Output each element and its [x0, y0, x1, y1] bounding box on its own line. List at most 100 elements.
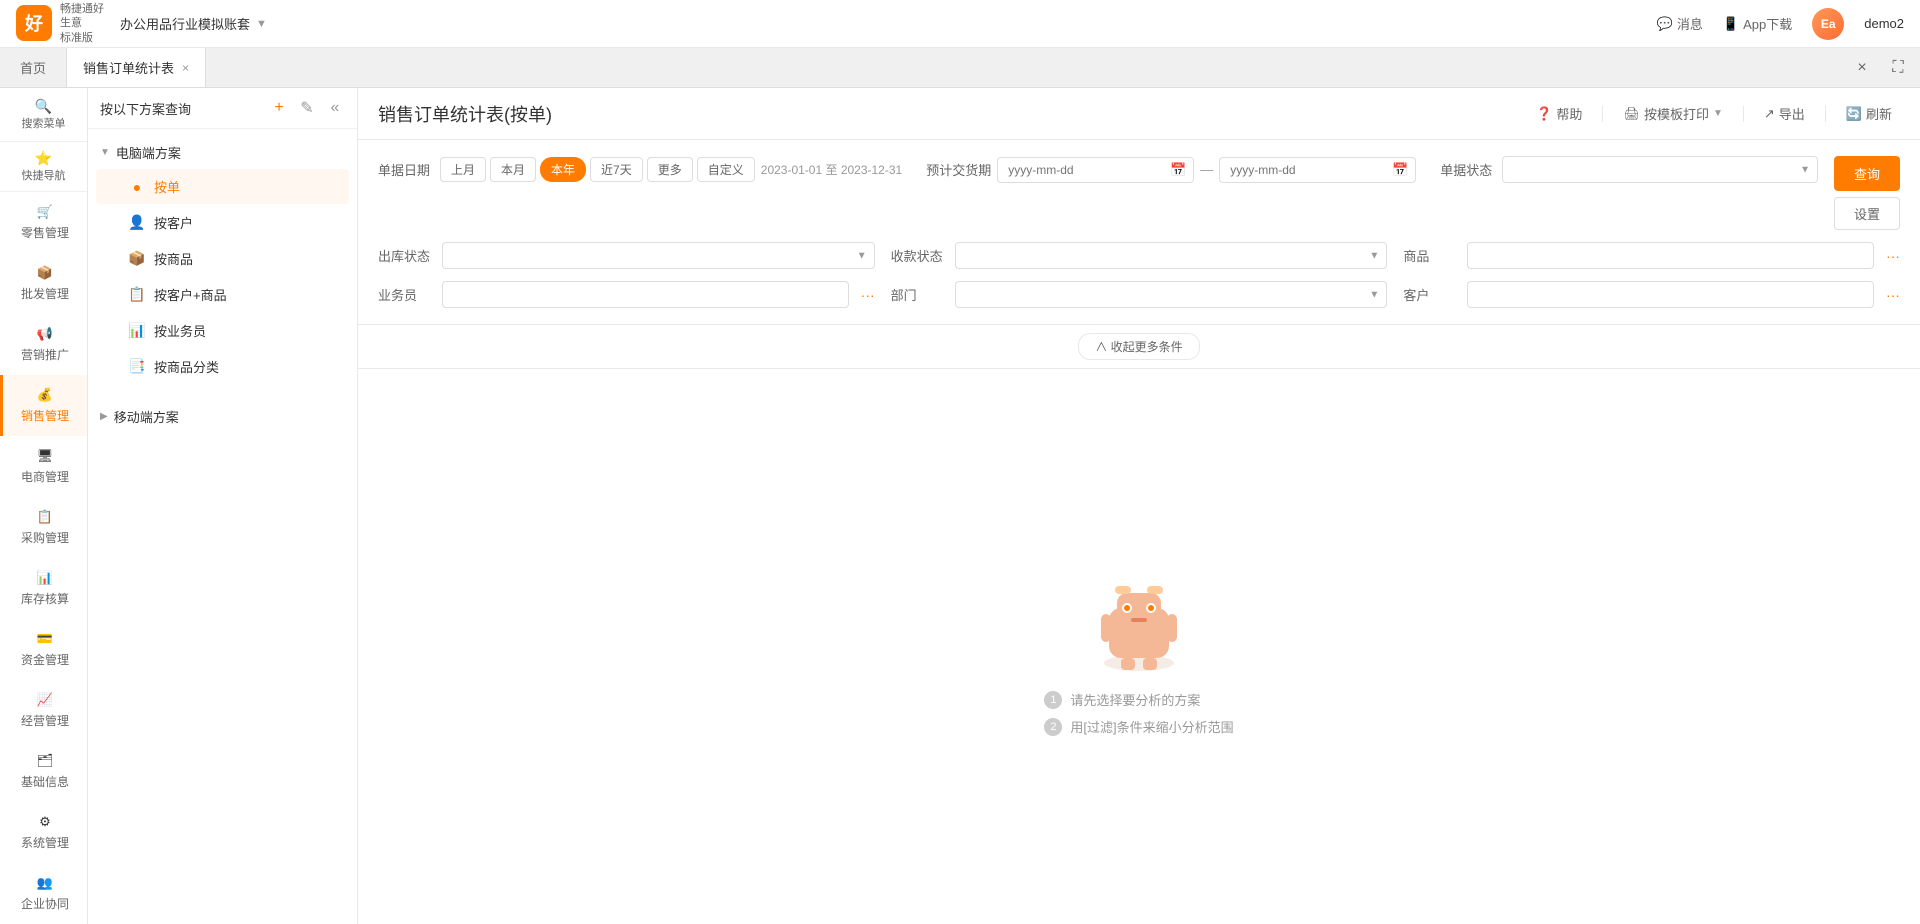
logo: 好 畅捷通好生意 标准版	[16, 2, 104, 45]
operation-icon: 📈	[37, 692, 53, 708]
tip-num-1: 1	[1044, 691, 1062, 709]
date-btn-7days[interactable]: 近7天	[590, 157, 643, 182]
expected-date-start-input[interactable]	[997, 157, 1194, 183]
message-button[interactable]: 💬 消息	[1657, 14, 1703, 33]
customer-input[interactable]	[1467, 281, 1874, 308]
expected-date-end-input[interactable]	[1219, 157, 1416, 183]
goods-dots[interactable]: ···	[1886, 248, 1900, 264]
scheme-item-by-category[interactable]: 📑 按商品分类	[96, 349, 349, 384]
export-button[interactable]: ↗ 导出	[1756, 100, 1813, 127]
scheme-collapse-button[interactable]: «	[325, 98, 345, 118]
by-customer-goods-icon: 📋	[128, 286, 146, 304]
status-select[interactable]	[1502, 156, 1818, 183]
sidebar-item-wholesale[interactable]: 📦 批发管理	[0, 253, 87, 314]
sidebar-item-enterprise[interactable]: 👥 企业协同	[0, 863, 87, 924]
logo-text: 畅捷通好生意 标准版	[60, 2, 104, 45]
date-buttons: 上月 本月 本年 近7天 更多 自定义	[440, 157, 755, 182]
tab-close-button[interactable]: ×	[182, 61, 189, 75]
salesperson-input[interactable]	[442, 281, 849, 308]
date-btn-this-month[interactable]: 本月	[490, 157, 536, 182]
expected-date-label: 预计交货期	[926, 160, 991, 179]
sidebar-item-system[interactable]: ⚙ 系统管理	[0, 802, 87, 863]
settings-button[interactable]: 设置	[1834, 197, 1900, 230]
date-dash: —	[1200, 162, 1213, 177]
main-layout: 🔍 搜索菜单 ⭐ 快捷导航 🛒 零售管理 📦 批发管理 📢 营销推广 💰 销售管…	[0, 88, 1920, 924]
scheme-add-button[interactable]: +	[269, 98, 289, 118]
empty-illustration	[1079, 558, 1199, 678]
date-btn-this-year[interactable]: 本年	[540, 157, 586, 182]
tip-num-2: 2	[1044, 718, 1062, 736]
date-btn-more[interactable]: 更多	[647, 157, 693, 182]
scheme-edit-button[interactable]: ✎	[297, 98, 317, 118]
delivery-select[interactable]	[442, 242, 875, 269]
tab-home[interactable]: 首页	[0, 48, 67, 87]
scheme-item-by-order[interactable]: ● 按单	[96, 169, 349, 204]
department-filter: 部门 ▼	[891, 281, 1388, 308]
filter-row-1-left: 单据日期 上月 本月 本年 近7天 更多 自定义 2023-01-01 至 20…	[378, 156, 1818, 183]
salesperson-dots[interactable]: ···	[861, 287, 875, 303]
pc-section-arrow: ▼	[100, 147, 110, 158]
sidebar-item-purchase[interactable]: 📋 采购管理	[0, 497, 87, 558]
by-customer-icon: 👤	[128, 214, 146, 232]
window-close-icon[interactable]: ×	[1848, 54, 1876, 82]
search-menu-button[interactable]: 🔍 搜索菜单	[0, 98, 87, 131]
sidebar-item-marketing[interactable]: 📢 营销推广	[0, 314, 87, 375]
finance-icon: 💳	[37, 631, 53, 647]
by-salesperson-icon: 📊	[128, 322, 146, 340]
download-icon: 📱	[1723, 16, 1739, 32]
query-button[interactable]: 查询	[1834, 156, 1900, 191]
filter-area: 单据日期 上月 本月 本年 近7天 更多 自定义 2023-01-01 至 20…	[358, 140, 1920, 325]
wholesale-icon: 📦	[37, 265, 53, 281]
pc-section-header[interactable]: ▼ 电脑端方案	[88, 137, 357, 168]
scheme-item-by-customer-goods[interactable]: 📋 按客户+商品	[96, 277, 349, 312]
date-btn-last-month[interactable]: 上月	[440, 157, 486, 182]
tab-active: 销售订单统计表 ×	[67, 48, 206, 87]
system-icon: ⚙	[39, 814, 51, 830]
mobile-section-arrow: ▶	[100, 411, 108, 422]
goods-input[interactable]	[1467, 242, 1874, 269]
customer-label: 客户	[1403, 285, 1459, 304]
date-btn-custom[interactable]: 自定义	[697, 157, 755, 182]
quick-nav-button[interactable]: ⭐ 快捷导航	[0, 150, 87, 183]
customer-dots[interactable]: ···	[1886, 287, 1900, 303]
title-dropdown-arrow[interactable]: ▼	[256, 18, 267, 30]
window-max-icon[interactable]: ⛶	[1884, 54, 1912, 82]
query-button-group: 查询 设置	[1834, 156, 1900, 230]
top-bar: 好 畅捷通好生意 标准版 办公用品行业模拟账套 ▼ 💬 消息 📱 App下载 E…	[0, 0, 1920, 48]
tab-bar: 首页 销售订单统计表 × × ⛶	[0, 48, 1920, 88]
top-bar-right: 💬 消息 📱 App下载 Ea demo2	[1657, 8, 1904, 40]
app-download-button[interactable]: 📱 App下载	[1723, 14, 1792, 33]
payment-select[interactable]	[955, 242, 1388, 269]
sales-icon: 💰	[37, 387, 53, 403]
sidebar-item-ecommerce[interactable]: 🖥 电商管理	[0, 436, 87, 497]
sidebar-item-basic[interactable]: 🗂 基础信息	[0, 741, 87, 802]
basic-icon: 🗂	[37, 753, 54, 769]
by-goods-icon: 📦	[128, 250, 146, 268]
sidebar-item-sales[interactable]: 💰 销售管理	[0, 375, 87, 436]
scheme-item-by-goods[interactable]: 📦 按商品	[96, 241, 349, 276]
sidebar-item-inventory[interactable]: 📊 库存核算	[0, 558, 87, 619]
avatar: Ea	[1812, 8, 1844, 40]
sidebar-item-finance[interactable]: 💳 资金管理	[0, 619, 87, 680]
empty-tips: 1 请先选择要分析的方案 2 用[过滤]条件来缩小分析范围	[1044, 690, 1233, 736]
scheme-panel: 按以下方案查询 + ✎ « ▼ 电脑端方案 ● 按单 👤 按	[88, 88, 358, 924]
message-icon: 💬	[1657, 16, 1673, 32]
sidebar-item-operation[interactable]: 📈 经营管理	[0, 680, 87, 741]
payment-filter: 收款状态 ▼	[891, 242, 1388, 269]
sidebar-item-retail[interactable]: 🛒 零售管理	[0, 192, 87, 253]
refresh-button[interactable]: 🔄 刷新	[1838, 100, 1900, 127]
mobile-section-header[interactable]: ▶ 移动端方案	[88, 401, 357, 432]
print-dropdown-arrow[interactable]: ▼	[1713, 108, 1723, 119]
goods-label: 商品	[1403, 246, 1459, 265]
user-name: demo2	[1864, 16, 1904, 31]
expected-date-end-wrapper: 📅	[1219, 157, 1416, 183]
department-select[interactable]	[955, 281, 1388, 308]
payment-label: 收款状态	[891, 246, 947, 265]
scheme-item-by-customer[interactable]: 👤 按客户	[96, 205, 349, 240]
print-button[interactable]: 🖨 按模板打印 ▼	[1615, 100, 1730, 127]
delivery-select-wrapper: ▼	[442, 242, 875, 269]
empty-tip-1: 1 请先选择要分析的方案	[1044, 690, 1233, 709]
scheme-item-by-salesperson[interactable]: 📊 按业务员	[96, 313, 349, 348]
help-button[interactable]: ❓ 帮助	[1528, 100, 1590, 127]
collapse-conditions-button[interactable]: ∧ 收起更多条件	[1078, 333, 1199, 360]
